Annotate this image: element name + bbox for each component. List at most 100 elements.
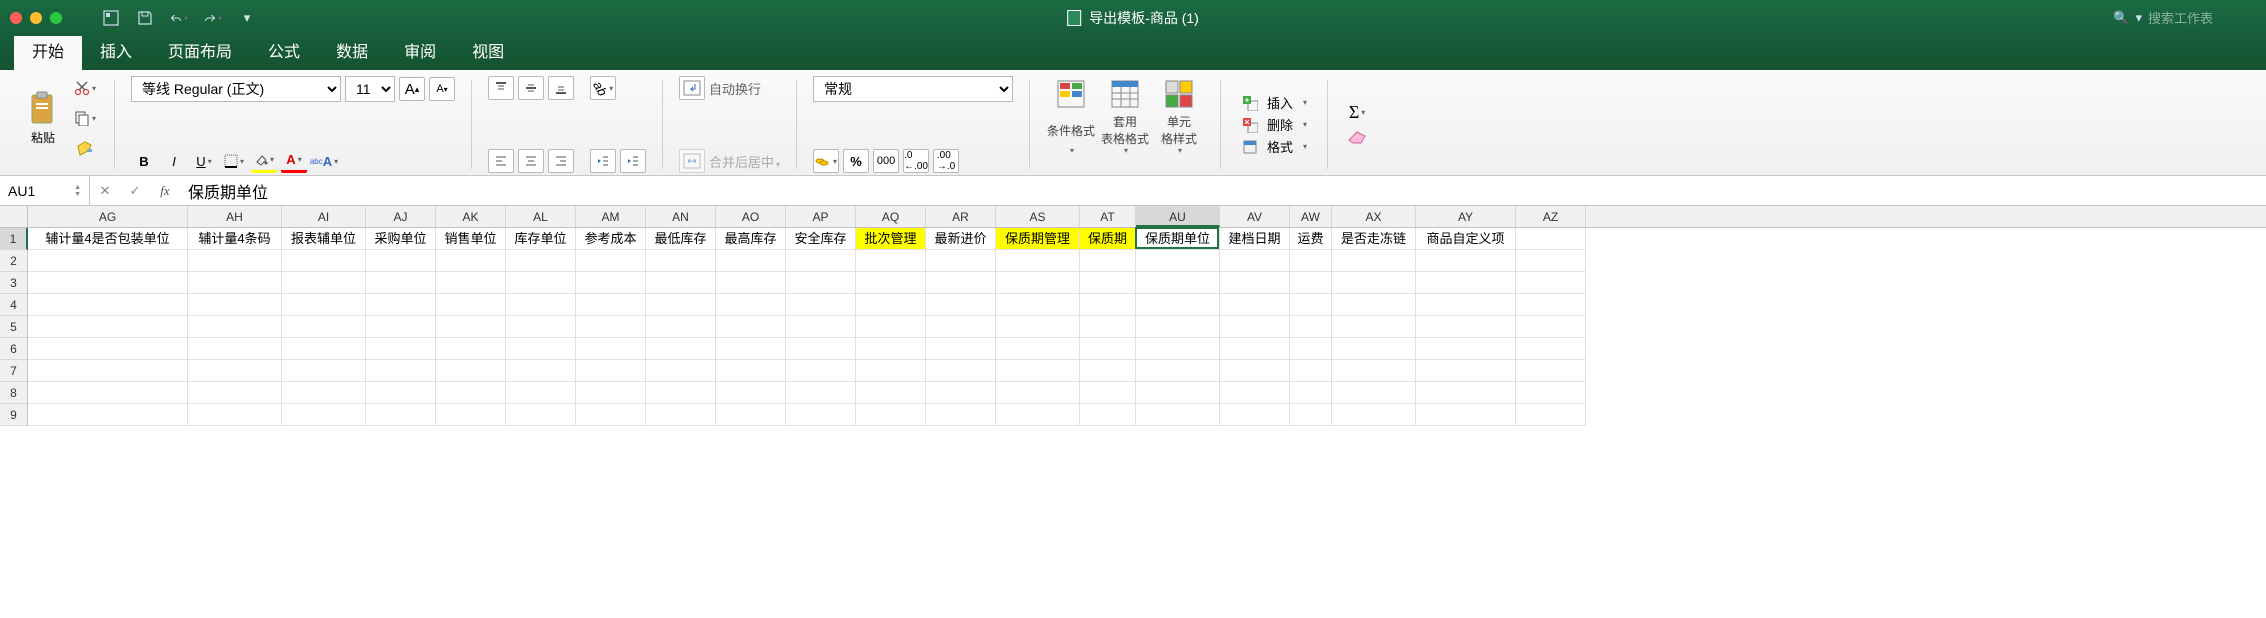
cell-AW7[interactable] bbox=[1290, 360, 1332, 382]
cell-AV8[interactable] bbox=[1220, 382, 1290, 404]
cell-AY6[interactable] bbox=[1416, 338, 1516, 360]
cell-AL8[interactable] bbox=[506, 382, 576, 404]
col-header-AR[interactable]: AR bbox=[926, 206, 996, 227]
home-icon[interactable] bbox=[102, 9, 120, 27]
cell-AL2[interactable] bbox=[506, 250, 576, 272]
cell-AO1[interactable]: 最高库存 bbox=[716, 228, 786, 250]
cell-AU8[interactable] bbox=[1136, 382, 1220, 404]
cell-AT1[interactable]: 保质期 bbox=[1080, 228, 1136, 250]
cell-AY1[interactable]: 商品自定义项 bbox=[1416, 228, 1516, 250]
cell-AS9[interactable] bbox=[996, 404, 1080, 426]
cell-AZ1[interactable] bbox=[1516, 228, 1586, 250]
name-box-down[interactable]: ▼ bbox=[74, 191, 81, 198]
cell-AT9[interactable] bbox=[1080, 404, 1136, 426]
cell-AQ9[interactable] bbox=[856, 404, 926, 426]
col-header-AO[interactable]: AO bbox=[716, 206, 786, 227]
search-input[interactable] bbox=[2148, 11, 2248, 26]
cell-AN1[interactable]: 最低库存 bbox=[646, 228, 716, 250]
cell-AO5[interactable] bbox=[716, 316, 786, 338]
cell-AM9[interactable] bbox=[576, 404, 646, 426]
col-header-AP[interactable]: AP bbox=[786, 206, 856, 227]
cell-AI9[interactable] bbox=[282, 404, 366, 426]
cell-AT3[interactable] bbox=[1080, 272, 1136, 294]
tab-2[interactable]: 页面布局 bbox=[150, 30, 250, 70]
col-header-AL[interactable]: AL bbox=[506, 206, 576, 227]
name-box-up[interactable]: ▲ bbox=[74, 184, 81, 191]
cell-AX1[interactable]: 是否走冻链 bbox=[1332, 228, 1416, 250]
orientation-button[interactable]: ab bbox=[590, 76, 616, 100]
cell-AN4[interactable] bbox=[646, 294, 716, 316]
cell-AX7[interactable] bbox=[1332, 360, 1416, 382]
cell-AJ4[interactable] bbox=[366, 294, 436, 316]
cell-AU7[interactable] bbox=[1136, 360, 1220, 382]
cell-AZ8[interactable] bbox=[1516, 382, 1586, 404]
font-size-combo[interactable]: 11 bbox=[345, 76, 395, 102]
cell-AN3[interactable] bbox=[646, 272, 716, 294]
cell-AZ2[interactable] bbox=[1516, 250, 1586, 272]
col-header-AJ[interactable]: AJ bbox=[366, 206, 436, 227]
cell-AT6[interactable] bbox=[1080, 338, 1136, 360]
row-header-6[interactable]: 6 bbox=[0, 338, 28, 360]
col-header-AY[interactable]: AY bbox=[1416, 206, 1516, 227]
cell-AM7[interactable] bbox=[576, 360, 646, 382]
cell-AV2[interactable] bbox=[1220, 250, 1290, 272]
cell-AM8[interactable] bbox=[576, 382, 646, 404]
select-all-corner[interactable] bbox=[0, 206, 28, 227]
cell-AZ3[interactable] bbox=[1516, 272, 1586, 294]
delete-cells-button[interactable]: 删除 bbox=[1237, 114, 1311, 136]
table-format-button[interactable]: 套用 表格格式 bbox=[1100, 76, 1150, 155]
cell-AX8[interactable] bbox=[1332, 382, 1416, 404]
paste-button[interactable]: 粘贴 bbox=[18, 91, 68, 146]
cell-AN5[interactable] bbox=[646, 316, 716, 338]
underline-button[interactable]: U bbox=[191, 149, 217, 173]
row-header-1[interactable]: 1 bbox=[0, 228, 28, 250]
row-header-3[interactable]: 3 bbox=[0, 272, 28, 294]
cell-AO2[interactable] bbox=[716, 250, 786, 272]
cell-AO9[interactable] bbox=[716, 404, 786, 426]
cell-AK5[interactable] bbox=[436, 316, 506, 338]
cell-AI8[interactable] bbox=[282, 382, 366, 404]
cell-AN7[interactable] bbox=[646, 360, 716, 382]
cell-AV3[interactable] bbox=[1220, 272, 1290, 294]
cell-AR8[interactable] bbox=[926, 382, 996, 404]
cell-AJ9[interactable] bbox=[366, 404, 436, 426]
cut-button[interactable] bbox=[72, 76, 98, 100]
cell-AX6[interactable] bbox=[1332, 338, 1416, 360]
col-header-AZ[interactable]: AZ bbox=[1516, 206, 1586, 227]
cell-AK9[interactable] bbox=[436, 404, 506, 426]
cell-AH7[interactable] bbox=[188, 360, 282, 382]
cell-AY2[interactable] bbox=[1416, 250, 1516, 272]
cell-AP5[interactable] bbox=[786, 316, 856, 338]
align-bottom-button[interactable] bbox=[548, 76, 574, 100]
cell-AO4[interactable] bbox=[716, 294, 786, 316]
tab-6[interactable]: 视图 bbox=[454, 30, 522, 70]
cell-AT4[interactable] bbox=[1080, 294, 1136, 316]
wrap-text-icon[interactable] bbox=[679, 76, 705, 100]
tab-1[interactable]: 插入 bbox=[82, 30, 150, 70]
cell-AZ5[interactable] bbox=[1516, 316, 1586, 338]
cell-AY4[interactable] bbox=[1416, 294, 1516, 316]
col-header-AI[interactable]: AI bbox=[282, 206, 366, 227]
cell-AH1[interactable]: 辅计量4条码 bbox=[188, 228, 282, 250]
align-middle-button[interactable] bbox=[518, 76, 544, 100]
cell-AX3[interactable] bbox=[1332, 272, 1416, 294]
cell-AN6[interactable] bbox=[646, 338, 716, 360]
cell-AI5[interactable] bbox=[282, 316, 366, 338]
cell-AZ6[interactable] bbox=[1516, 338, 1586, 360]
decrease-indent-button[interactable] bbox=[590, 149, 616, 173]
cell-AV7[interactable] bbox=[1220, 360, 1290, 382]
cell-AU2[interactable] bbox=[1136, 250, 1220, 272]
cell-AV6[interactable] bbox=[1220, 338, 1290, 360]
cell-AP9[interactable] bbox=[786, 404, 856, 426]
cell-AW6[interactable] bbox=[1290, 338, 1332, 360]
cell-AJ5[interactable] bbox=[366, 316, 436, 338]
cell-AQ4[interactable] bbox=[856, 294, 926, 316]
conditional-format-button[interactable]: 条件格式 bbox=[1046, 76, 1096, 155]
cell-AQ6[interactable] bbox=[856, 338, 926, 360]
col-header-AQ[interactable]: AQ bbox=[856, 206, 926, 227]
minimize-window-button[interactable] bbox=[30, 12, 42, 24]
border-button[interactable] bbox=[221, 149, 247, 173]
cell-AH8[interactable] bbox=[188, 382, 282, 404]
cell-AT7[interactable] bbox=[1080, 360, 1136, 382]
cell-AS5[interactable] bbox=[996, 316, 1080, 338]
